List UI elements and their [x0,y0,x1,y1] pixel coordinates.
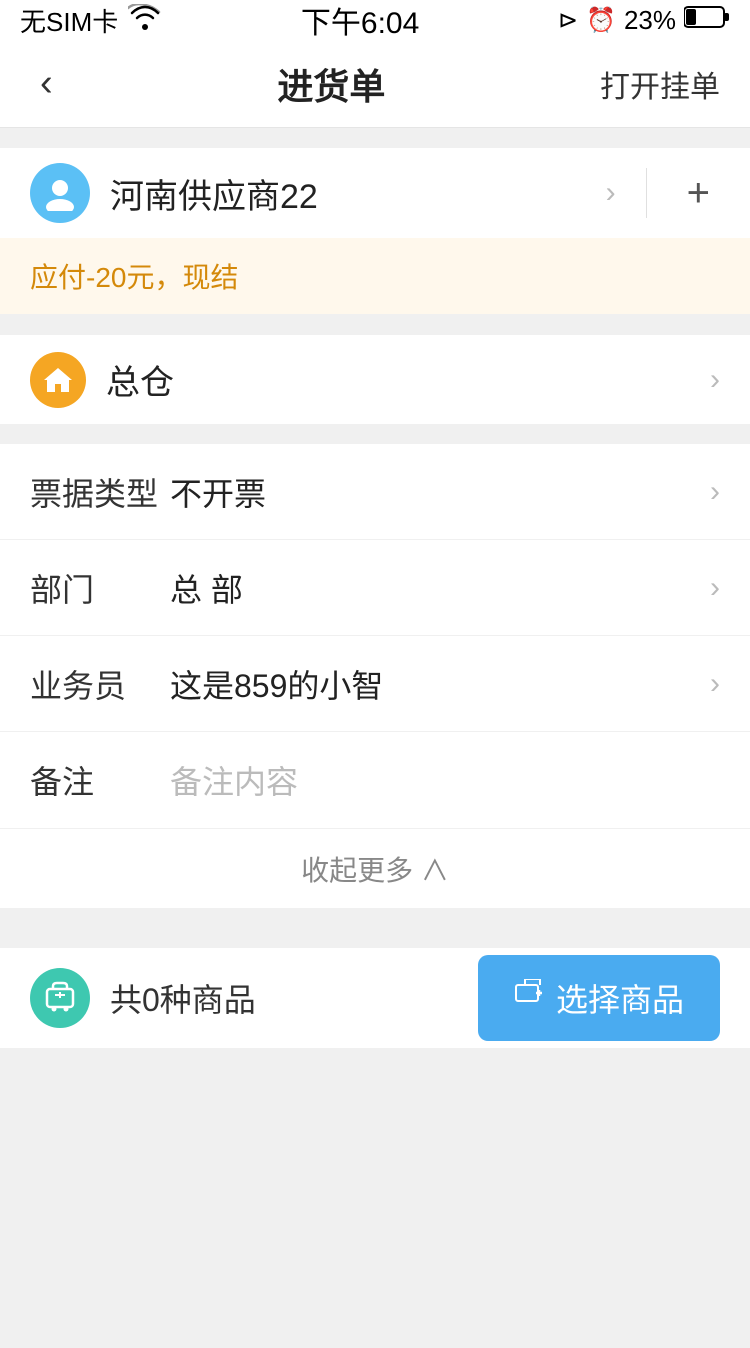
warehouse-icon-circle [30,352,86,408]
collapse-text: 收起更多 ∧ [301,849,449,889]
invoice-row[interactable]: 票据类型 不开票 › [0,444,750,540]
warehouse-name: 总仓 [106,355,700,404]
page-title: 进货单 [277,58,385,110]
bottom-area [0,1048,750,1348]
remark-row[interactable]: 备注 备注内容 [0,732,750,828]
open-pending-button[interactable]: 打开挂单 [600,62,720,106]
salesman-row[interactable]: 业务员 这是859的小智 › [0,636,750,732]
home-icon [42,364,74,396]
section-gap-2 [0,314,750,334]
location-icon: ⊳ [558,6,578,35]
collapse-row[interactable]: 收起更多 ∧ [0,828,750,908]
form-section: 票据类型 不开票 › 部门 总 部 › 业务员 这是859的小智 › 备注 备注… [0,444,750,828]
product-section: 共0种商品 选择商品 [0,948,750,1048]
supplier-name: 河南供应商22 [110,169,606,218]
add-icon[interactable]: + [677,171,720,216]
notice-bar: 应付-20元，现结 [0,238,750,314]
supplier-row[interactable]: 河南供应商22 › + [0,148,750,238]
select-product-button[interactable]: 选择商品 [478,955,720,1041]
salesman-value: 这是859的小智 [170,661,700,707]
supplier-chevron-icon: › [606,176,616,210]
battery-percent: 23% [624,5,676,36]
product-icon-circle [30,968,90,1028]
user-icon [42,175,78,211]
carrier-text: 无SIM卡 [20,2,118,39]
back-button[interactable]: ‹ [30,52,63,115]
invoice-value: 不开票 [170,469,700,515]
supplier-actions: › + [606,168,720,218]
product-count-text: 共0种商品 [110,975,478,1021]
status-time: 下午6:04 [301,0,419,42]
remark-input[interactable]: 备注内容 [170,757,720,803]
department-value: 总 部 [170,565,700,611]
supplier-section: 河南供应商22 › + 应付-20元，现结 [0,148,750,314]
department-row[interactable]: 部门 总 部 › [0,540,750,636]
department-label: 部门 [30,565,170,611]
invoice-label: 票据类型 [30,469,170,515]
status-bar: 无SIM卡 下午6:04 ⊳ ⏰ 23% [0,0,750,40]
alarm-icon: ⏰ [586,6,616,35]
select-btn-icon [514,979,544,1017]
warehouse-chevron-icon: › [710,363,720,397]
supplier-avatar [30,163,90,223]
department-chevron-icon: › [710,571,720,605]
invoice-chevron-icon: › [710,475,720,509]
section-gap-1 [0,128,750,148]
nav-bar: ‹ 进货单 打开挂单 [0,40,750,128]
notice-text: 应付-20元，现结 [30,262,238,293]
remark-label: 备注 [30,757,170,803]
section-gap-3 [0,908,750,928]
warehouse-row[interactable]: 总仓 › [0,334,750,424]
cart-icon [43,981,77,1015]
divider [646,168,647,218]
status-right: ⊳ ⏰ 23% [558,5,730,36]
salesman-label: 业务员 [30,661,170,707]
salesman-chevron-icon: › [710,667,720,701]
wifi-icon [128,4,162,37]
select-btn-text: 选择商品 [556,975,684,1021]
status-left: 无SIM卡 [20,2,162,39]
battery-icon [684,5,730,36]
